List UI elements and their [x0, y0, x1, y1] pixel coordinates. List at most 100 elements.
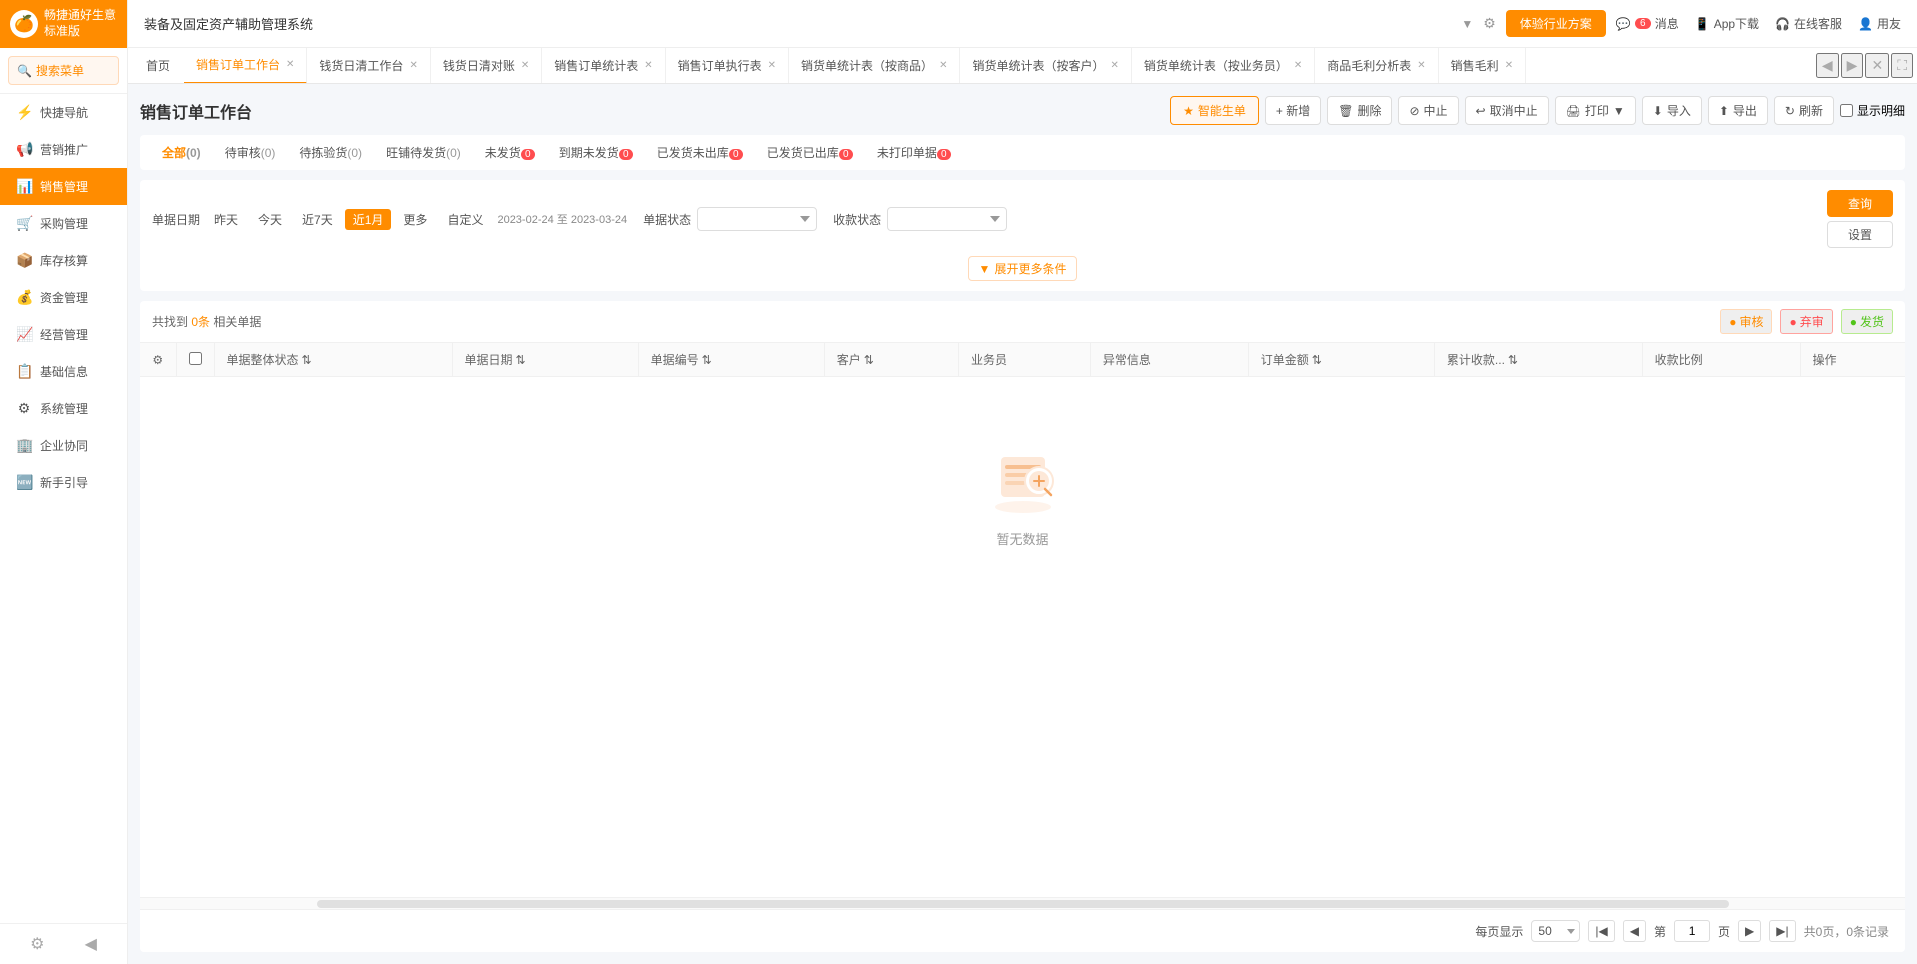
- sidebar-search[interactable]: 🔍 搜索菜单: [0, 48, 127, 94]
- tab-close-sales-summary-customer[interactable]: ✕: [1110, 60, 1118, 71]
- logo-icon: 🍊: [10, 10, 38, 38]
- th-gear[interactable]: ⚙: [140, 343, 176, 377]
- date-range-display: 2023-02-24 至 2023-03-24: [497, 211, 627, 227]
- trial-button[interactable]: 体验行业方案: [1506, 10, 1606, 37]
- page-input[interactable]: [1674, 920, 1710, 942]
- show-detail-checkbox[interactable]: [1840, 104, 1853, 117]
- date-more-btn[interactable]: 更多: [395, 209, 435, 230]
- audit-button[interactable]: ● 审核: [1720, 309, 1772, 334]
- tab-close-sales-profit[interactable]: ✕: [1505, 60, 1513, 71]
- tab-close-margin-analysis[interactable]: ✕: [1417, 60, 1425, 71]
- user-button[interactable]: 👤 用友: [1858, 15, 1901, 32]
- tab-scroll-left-button[interactable]: ◀: [1816, 53, 1839, 78]
- expand-filter-button[interactable]: ▼ 展开更多条件: [968, 256, 1078, 281]
- stop-button[interactable]: ⊘ 中止: [1398, 96, 1458, 125]
- print-dropdown-icon[interactable]: ▼: [1613, 104, 1625, 118]
- sub-tab-pending-check[interactable]: 待拣验货(0): [289, 141, 372, 164]
- status-select[interactable]: [697, 207, 817, 231]
- sidebar-item-enterprise[interactable]: 🏢 企业协同: [0, 427, 127, 464]
- select-all-checkbox[interactable]: [189, 352, 202, 365]
- th-ratio: 收款比例: [1642, 343, 1800, 377]
- set-button[interactable]: 设置: [1827, 221, 1893, 248]
- tab-close-sales-summary-staff[interactable]: ✕: [1294, 60, 1302, 71]
- reject-button[interactable]: ● 弃审: [1780, 309, 1832, 334]
- cancel-stop-button[interactable]: ↩ 取消中止: [1465, 96, 1549, 125]
- sidebar-item-basic-info[interactable]: 📋 基础信息: [0, 353, 127, 390]
- payment-select[interactable]: [887, 207, 1007, 231]
- tab-close-cash-daily[interactable]: ✕: [409, 60, 417, 71]
- sub-tab-overdue-not-shipped[interactable]: 到期未发货0: [549, 141, 643, 164]
- message-button[interactable]: 💬 6 消息: [1616, 15, 1679, 32]
- header-right: 💬 6 消息 📱 App下载 🎧 在线客服 👤 用友: [1616, 15, 1901, 32]
- export-button[interactable]: ⬆ 导出: [1708, 96, 1768, 125]
- system-dropdown-icon[interactable]: ▼: [1461, 17, 1473, 31]
- table-h-scroll[interactable]: [140, 897, 1905, 909]
- first-page-button[interactable]: |◀: [1588, 920, 1614, 942]
- tab-sales-summary-customer[interactable]: 销货单统计表（按客户） ✕: [960, 48, 1131, 84]
- tab-sales-stats[interactable]: 销售订单统计表 ✕: [542, 48, 665, 84]
- tab-close-cash-account[interactable]: ✕: [521, 60, 529, 71]
- date-custom-btn[interactable]: 自定义: [439, 209, 491, 230]
- tab-close-sales-stats[interactable]: ✕: [644, 60, 652, 71]
- date-today-btn[interactable]: 今天: [250, 209, 290, 230]
- tab-close-sales-summary-product[interactable]: ✕: [939, 60, 947, 71]
- import-button[interactable]: ⬇ 导入: [1642, 96, 1702, 125]
- ship-button[interactable]: ● 发货: [1841, 309, 1893, 334]
- tab-cash-daily[interactable]: 钱货日清工作台 ✕: [307, 48, 430, 84]
- tab-close-sales-exec[interactable]: ✕: [768, 60, 776, 71]
- collapse-button[interactable]: ◀: [85, 934, 97, 954]
- th-checkbox[interactable]: [176, 343, 214, 377]
- sidebar-item-sales[interactable]: 📊 销售管理: [0, 168, 127, 205]
- tab-home[interactable]: 首页: [132, 48, 184, 84]
- tab-scroll-right-button[interactable]: ▶: [1841, 53, 1864, 78]
- status-filter: 单据状态: [643, 207, 817, 231]
- tab-margin-analysis[interactable]: 商品毛利分析表 ✕: [1315, 48, 1438, 84]
- empty-icon: [983, 437, 1063, 517]
- show-detail-label[interactable]: 显示明细: [1840, 102, 1905, 119]
- sidebar-item-finance[interactable]: 💰 资金管理: [0, 279, 127, 316]
- date-yesterday-btn[interactable]: 昨天: [206, 209, 246, 230]
- print-button[interactable]: 🖨 打印 ▼: [1555, 96, 1636, 125]
- sidebar-item-operations[interactable]: 📈 经营管理: [0, 316, 127, 353]
- h-scrollbar-track[interactable]: [317, 900, 1729, 908]
- app-download-button[interactable]: 📱 App下载: [1695, 15, 1759, 32]
- prev-page-button[interactable]: ◀: [1623, 920, 1646, 942]
- sub-tab-shipped-not-out[interactable]: 已发货未出库0: [647, 141, 753, 164]
- settings-button[interactable]: ⚙: [30, 934, 44, 954]
- sub-tab-pending-audit[interactable]: 待审核(0): [215, 141, 286, 164]
- online-service-button[interactable]: 🎧 在线客服: [1775, 15, 1842, 32]
- tab-close-sales-workbench[interactable]: ✕: [286, 59, 294, 70]
- sidebar-item-system[interactable]: ⚙ 系统管理: [0, 390, 127, 427]
- tab-sales-workbench[interactable]: 销售订单工作台 ✕: [184, 48, 307, 84]
- sub-tab-wangpu-pending[interactable]: 旺铺待发货(0): [376, 141, 471, 164]
- tab-cash-account[interactable]: 钱货日清对账 ✕: [431, 48, 542, 84]
- sub-tab-all[interactable]: 全部(0): [152, 141, 211, 164]
- query-button[interactable]: 查询: [1827, 190, 1893, 217]
- tab-sales-summary-staff[interactable]: 销货单统计表（按业务员） ✕: [1132, 48, 1315, 84]
- next-page-button[interactable]: ▶: [1738, 920, 1761, 942]
- sub-tab-not-shipped[interactable]: 未发货0: [475, 141, 545, 164]
- tab-sales-exec[interactable]: 销售订单执行表 ✕: [666, 48, 789, 84]
- new-button[interactable]: + 新增: [1265, 96, 1321, 125]
- smart-create-button[interactable]: ★ 智能生单: [1170, 96, 1259, 125]
- sidebar-item-quick-nav[interactable]: ⚡ 快捷导航: [0, 94, 127, 131]
- sidebar-item-purchase[interactable]: 🛒 采购管理: [0, 205, 127, 242]
- delete-button[interactable]: 🗑 删除: [1327, 96, 1392, 125]
- search-menu-button[interactable]: 🔍 搜索菜单: [8, 56, 119, 85]
- last-page-button[interactable]: ▶|: [1769, 920, 1795, 942]
- per-page-select[interactable]: 10 20 50 100: [1531, 920, 1580, 942]
- sub-tab-unprinted[interactable]: 未打印单据0: [867, 141, 961, 164]
- tab-close-all-button[interactable]: ✕: [1865, 53, 1889, 78]
- sidebar-item-guide[interactable]: 🆕 新手引导: [0, 464, 127, 501]
- sub-tab-shipped-out[interactable]: 已发货已出库0: [757, 141, 863, 164]
- tab-sales-summary-product[interactable]: 销货单统计表（按商品） ✕: [789, 48, 960, 84]
- refresh-button[interactable]: ↻ 刷新: [1774, 96, 1834, 125]
- date-last7-btn[interactable]: 近7天: [294, 209, 341, 230]
- sidebar-item-marketing[interactable]: 📢 营销推广: [0, 131, 127, 168]
- tab-fullscreen-button[interactable]: ⛶: [1891, 53, 1913, 78]
- table-scroll[interactable]: ⚙ 单据整体状态 ⇅ 单据日期 ⇅: [140, 343, 1905, 897]
- sidebar-item-inventory[interactable]: 📦 库存核算: [0, 242, 127, 279]
- tab-sales-profit[interactable]: 销售毛利 ✕: [1439, 48, 1526, 84]
- date-last1m-btn[interactable]: 近1月: [345, 209, 392, 230]
- settings-gear-icon[interactable]: ⚙: [1483, 15, 1496, 32]
